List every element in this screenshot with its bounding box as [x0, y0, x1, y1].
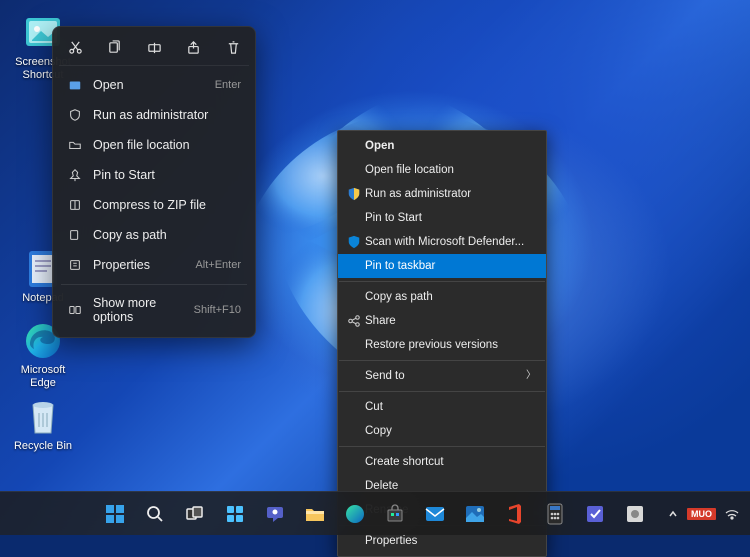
taskbar-taskview-button[interactable] [177, 496, 213, 532]
menu-item-scan-with-defender[interactable]: Scan with Microsoft Defender... [338, 230, 546, 254]
menu-item-copy-as-path[interactable]: Copy as path [338, 285, 546, 309]
menu-item-open-file-location[interactable]: Open file location [59, 130, 249, 160]
menu-item-label: Copy as path [365, 290, 536, 304]
menu-item-label: Run as administrator [93, 108, 241, 122]
rename-icon[interactable] [144, 37, 164, 57]
zip-icon [67, 197, 83, 213]
taskbar-todo-button[interactable] [577, 496, 613, 532]
menu-item-cut[interactable]: Cut [338, 395, 546, 419]
delete-icon[interactable] [223, 37, 243, 57]
menu-item-label: Open [365, 139, 536, 153]
system-tray: MUO [665, 506, 742, 522]
taskbar-calculator-button[interactable] [537, 496, 573, 532]
defender-icon [343, 234, 365, 250]
more-options-icon [67, 302, 83, 318]
taskbar-chat-button[interactable] [257, 496, 293, 532]
taskbar-file-explorer-button[interactable] [297, 496, 333, 532]
menu-item-label: Open file location [365, 163, 536, 177]
menu-item-label: Copy as path [93, 228, 241, 242]
menu-item-create-shortcut[interactable]: Create shortcut [338, 450, 546, 474]
recycle-bin-icon [22, 396, 64, 438]
share-icon [343, 313, 365, 329]
menu-item-copy-as-path[interactable]: Copy as path [59, 220, 249, 250]
taskbar-search-button[interactable] [137, 496, 173, 532]
taskbar-start-button[interactable] [97, 496, 133, 532]
menu-separator [339, 446, 545, 447]
menu-shortcut: Enter [215, 79, 241, 91]
menu-item-open[interactable]: Open Enter [59, 70, 249, 100]
menu-separator [61, 284, 247, 285]
menu-item-label: Pin to taskbar [365, 259, 536, 273]
taskbar-photos-button[interactable] [457, 496, 493, 532]
menu-item-restore-previous-versions[interactable]: Restore previous versions [338, 333, 546, 357]
desktop-icon-label: Recycle Bin [14, 440, 72, 453]
menu-item-run-as-administrator[interactable]: Run as administrator [338, 182, 546, 206]
menu-item-label: Cut [365, 400, 536, 414]
menu-item-label: Show more options [93, 296, 184, 324]
menu-item-label: Scan with Microsoft Defender... [365, 235, 536, 249]
desktop-icon-recycle-bin[interactable]: Recycle Bin [8, 396, 78, 453]
menu-item-run-as-administrator[interactable]: Run as administrator [59, 100, 249, 130]
context-menu-win11: Open Enter Run as administrator Open fil… [52, 26, 256, 338]
menu-item-label: Open file location [93, 138, 241, 152]
menu-item-label: Send to [365, 369, 526, 383]
menu-item-share[interactable]: Share [338, 309, 546, 333]
menu-item-label: Compress to ZIP file [93, 198, 241, 212]
menu-item-label: Pin to Start [365, 211, 536, 225]
tray-chevron-up-icon[interactable] [665, 507, 681, 521]
chevron-right-icon: 〉 [526, 370, 536, 383]
taskbar-edge-button[interactable] [337, 496, 373, 532]
menu-item-label: Properties [365, 534, 536, 548]
menu-item-send-to[interactable]: Send to〉 [338, 364, 546, 388]
menu-item-pin-to-taskbar[interactable]: Pin to taskbar [338, 254, 546, 278]
menu-item-label: Restore previous versions [365, 338, 536, 352]
taskbar-app-button[interactable] [617, 496, 653, 532]
menu-item-open[interactable]: Open [338, 134, 546, 158]
menu-item-copy[interactable]: Copy [338, 419, 546, 443]
pin-icon [67, 167, 83, 183]
share-icon[interactable] [184, 37, 204, 57]
cut-icon[interactable] [65, 37, 85, 57]
taskbar-widgets-button[interactable] [217, 496, 253, 532]
taskbar-mail-button[interactable] [417, 496, 453, 532]
menu-shortcut: Shift+F10 [194, 304, 241, 316]
folder-icon [67, 137, 83, 153]
menu-item-label: Copy [365, 424, 536, 438]
context-menu-quick-actions [59, 33, 249, 66]
tray-muo-badge[interactable]: MUO [687, 508, 716, 520]
taskbar-store-button[interactable] [377, 496, 413, 532]
menu-item-pin-to-start[interactable]: Pin to Start [338, 206, 546, 230]
tray-network-icon[interactable] [722, 506, 742, 522]
desktop-icon-label: Microsoft Edge [8, 364, 78, 390]
menu-separator [339, 281, 545, 282]
menu-separator [339, 360, 545, 361]
menu-item-label: Share [365, 314, 536, 328]
menu-item-show-more-options[interactable]: Show more options Shift+F10 [59, 289, 249, 331]
taskbar: MUO [0, 491, 750, 535]
menu-item-compress-to-zip[interactable]: Compress to ZIP file [59, 190, 249, 220]
menu-item-label: Pin to Start [93, 168, 241, 182]
menu-item-open-file-location[interactable]: Open file location [338, 158, 546, 182]
taskbar-office-button[interactable] [497, 496, 533, 532]
shield-icon [67, 107, 83, 123]
open-icon [67, 77, 83, 93]
menu-item-pin-to-start[interactable]: Pin to Start [59, 160, 249, 190]
menu-item-label: Open [93, 78, 205, 92]
menu-item-properties[interactable]: Properties Alt+Enter [59, 250, 249, 280]
shield-admin-icon [343, 186, 365, 202]
menu-separator [339, 391, 545, 392]
menu-item-label: Properties [93, 258, 185, 272]
copy-path-icon [67, 227, 83, 243]
copy-icon[interactable] [105, 37, 125, 57]
menu-item-label: Create shortcut [365, 455, 536, 469]
menu-shortcut: Alt+Enter [195, 259, 241, 271]
menu-item-label: Run as administrator [365, 187, 536, 201]
properties-icon [67, 257, 83, 273]
